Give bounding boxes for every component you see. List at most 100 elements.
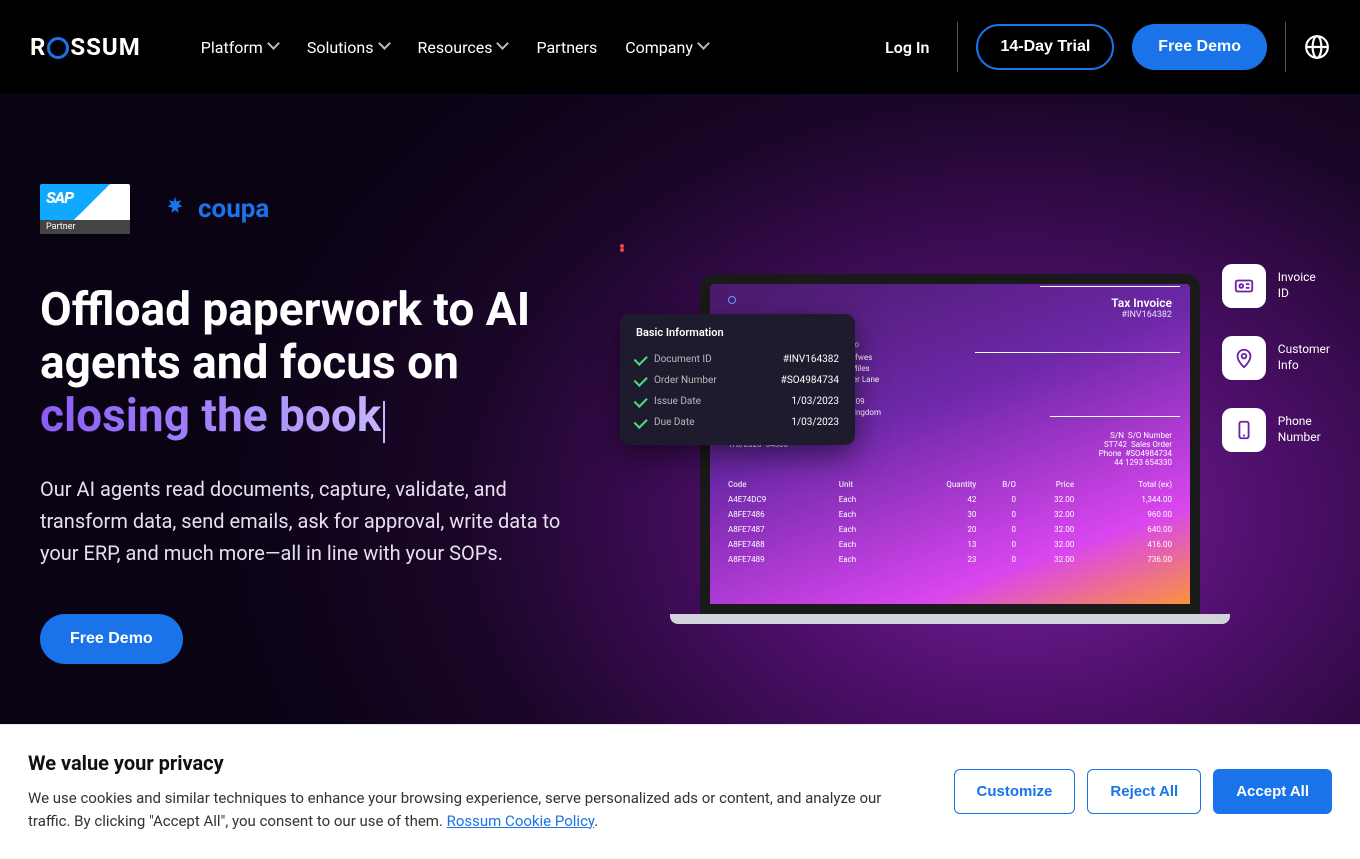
card-row: Issue Date 1/03/2023 [636, 391, 839, 412]
col-qty: Quantity [889, 477, 976, 492]
cookie-body: We use cookies and similar techniques to… [28, 787, 898, 834]
invoice-table: Code Unit Quantity B/O Price Total (ex) … [728, 477, 1172, 567]
card-val: 1/03/2023 [791, 396, 839, 407]
header-actions: Log In 14-Day Trial Free Demo [875, 22, 1330, 72]
callout-line [975, 352, 1180, 353]
hero-paragraph: Our AI agents read documents, capture, v… [40, 473, 570, 569]
hero-demo-button[interactable]: Free Demo [40, 614, 183, 664]
callouts: InvoiceID CustomerInfo PhoneNumber [1222, 264, 1330, 452]
card-row: Order Number #SO4984734 [636, 370, 839, 391]
check-icon [636, 355, 646, 365]
nav-label: Partners [536, 38, 597, 57]
demo-button[interactable]: Free Demo [1132, 24, 1267, 70]
card-val: #SO4984734 [781, 375, 839, 386]
divider [957, 22, 958, 72]
callout-dot-icon [620, 248, 624, 252]
card-val: 1/03/2023 [791, 417, 839, 428]
cookie-policy-link[interactable]: Rossum Cookie Policy [447, 812, 595, 830]
chevron-down-icon [498, 42, 508, 52]
callout-customer-info: CustomerInfo [1222, 336, 1330, 380]
logo-o-icon [47, 37, 69, 59]
partner-badges: SAP Partner coupa [40, 184, 600, 234]
meta-v: Sales Order [1131, 440, 1172, 449]
nav-label: Resources [418, 38, 493, 57]
customize-button[interactable]: Customize [954, 769, 1076, 814]
chevron-down-icon [699, 42, 709, 52]
meta-v: Phone [1099, 449, 1122, 458]
nav-resources[interactable]: Resources [418, 38, 509, 57]
basic-info-card: Basic Information Document ID#INV164382 … [620, 314, 855, 445]
accept-all-button[interactable]: Accept All [1213, 769, 1332, 814]
callout-line [1050, 416, 1180, 417]
check-icon [636, 397, 646, 407]
globe-icon[interactable] [1304, 34, 1330, 60]
logo-text-left: R [30, 33, 46, 61]
check-icon [636, 376, 646, 386]
cookie-banner: We value your privacy We use cookies and… [0, 724, 1360, 859]
cookie-body-end: . [594, 812, 598, 830]
meta-k: S/O Number [1128, 431, 1172, 440]
table-row: A4E74DC9Each42032.001,344.00 [728, 492, 1172, 507]
col-price: Price [1016, 477, 1074, 492]
table-row: A8FE7487Each20032.00640.00 [728, 522, 1172, 537]
hero-heading: Offload paperwork to AI agents and focus… [40, 284, 600, 443]
callout-invoice-id: InvoiceID [1222, 264, 1330, 308]
card-key: Document ID [654, 354, 775, 365]
card-key: Issue Date [654, 396, 783, 407]
nav-label: Platform [201, 38, 263, 57]
col-code: Code [728, 477, 839, 492]
nav-label: Company [625, 38, 693, 57]
coupa-text: coupa [198, 194, 269, 224]
check-icon [636, 418, 646, 428]
sap-partner-badge: SAP Partner [40, 184, 130, 234]
card-title: Basic Information [636, 326, 839, 339]
nav-platform[interactable]: Platform [201, 38, 279, 57]
cookie-title: We value your privacy [28, 751, 898, 775]
typing-cursor [383, 401, 385, 443]
nav-label: Solutions [307, 38, 374, 57]
login-link[interactable]: Log In [875, 38, 939, 57]
primary-nav: Platform Solutions Resources Partners Co… [201, 38, 835, 57]
nav-partners[interactable]: Partners [536, 38, 597, 57]
phone-icon [1222, 408, 1266, 452]
callout-label: InvoiceID [1278, 270, 1316, 301]
callout-line [1040, 286, 1180, 287]
callout-phone-number: PhoneNumber [1222, 408, 1330, 452]
trial-button[interactable]: 14-Day Trial [976, 24, 1114, 70]
sap-logo-text: SAP [46, 188, 124, 207]
meta-v: #SO4984734 [1125, 449, 1172, 458]
nav-solutions[interactable]: Solutions [307, 38, 390, 57]
col-bo: B/O [976, 477, 1016, 492]
coupa-star-icon [160, 194, 190, 224]
chevron-down-icon [380, 42, 390, 52]
nav-company[interactable]: Company [625, 38, 709, 57]
coupa-badge: coupa [160, 184, 269, 234]
divider [1285, 22, 1286, 72]
meta-v: ST742 [1104, 440, 1127, 449]
table-row: A8FE7486Each30032.00960.00 [728, 507, 1172, 522]
id-card-icon [1222, 264, 1266, 308]
card-row: Document ID #INV164382 [636, 349, 839, 370]
meta-v: 44 1293 654330 [1114, 458, 1172, 467]
reject-all-button[interactable]: Reject All [1087, 769, 1201, 814]
card-val: #INV164382 [783, 354, 839, 365]
logo-text-right: SSUM [70, 33, 140, 61]
chevron-down-icon [269, 42, 279, 52]
meta-k: S/N [1110, 431, 1124, 440]
card-key: Order Number [654, 375, 773, 386]
site-header: R SSUM Platform Solutions Resources Part… [0, 0, 1360, 94]
cookie-actions: Customize Reject All Accept All [954, 769, 1332, 814]
logo[interactable]: R SSUM [30, 33, 141, 61]
hero-illustration: Tax Invoice #INV164382 Invoice To Delive… [620, 244, 1320, 684]
table-header-row: Code Unit Quantity B/O Price Total (ex) [728, 477, 1172, 492]
callout-label: CustomerInfo [1278, 342, 1330, 373]
table-row: A8FE7488Each13032.00416.00 [728, 537, 1172, 552]
laptop-base [670, 614, 1230, 624]
table-row: A8FE7489Each23032.00736.00 [728, 552, 1172, 567]
card-row: Due Date1/03/2023 [636, 412, 839, 433]
col-total: Total (ex) [1074, 477, 1172, 492]
cookie-text: We value your privacy We use cookies and… [28, 751, 898, 834]
heading-line-b: closing the book [40, 389, 381, 443]
col-unit: Unit [839, 477, 890, 492]
location-pin-icon [1222, 336, 1266, 380]
